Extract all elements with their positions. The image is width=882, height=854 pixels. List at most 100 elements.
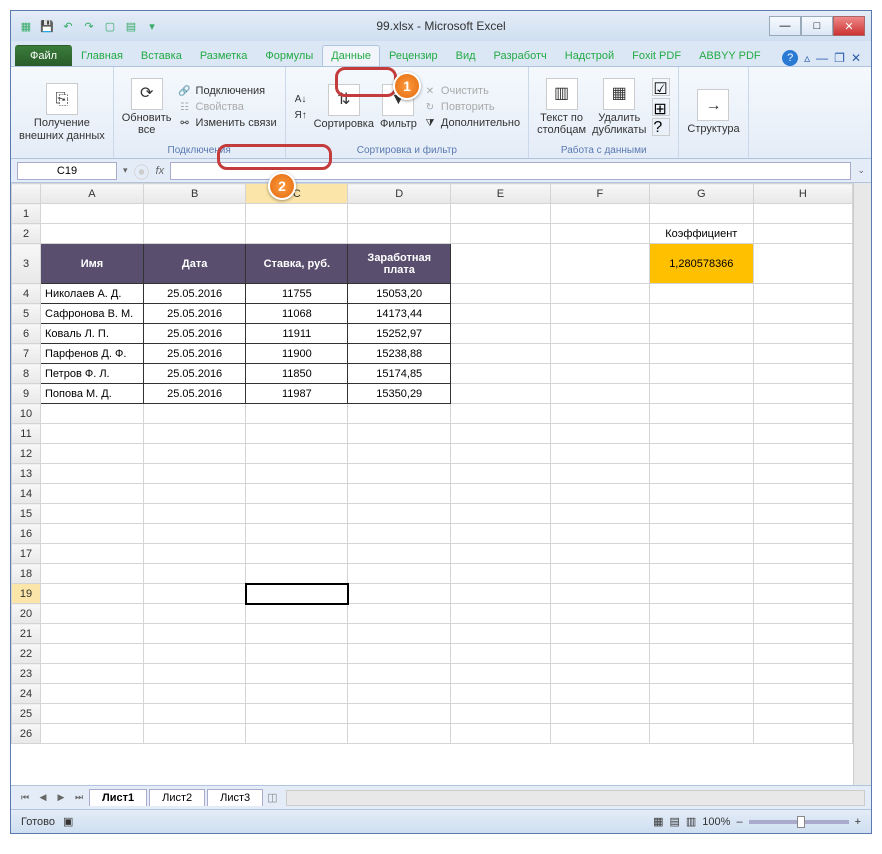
- cell-C7[interactable]: 11900: [246, 344, 348, 364]
- cell-E8[interactable]: [451, 364, 550, 384]
- maximize-button[interactable]: □: [801, 16, 833, 36]
- select-all-cell[interactable]: [12, 184, 41, 204]
- cell-D23[interactable]: [348, 664, 451, 684]
- cell-D5[interactable]: 14173,44: [348, 304, 451, 324]
- cell-E11[interactable]: [451, 424, 550, 444]
- tab-review[interactable]: Рецензир: [380, 45, 447, 66]
- tab-abbyy[interactable]: ABBYY PDF: [690, 45, 770, 66]
- cell-A6[interactable]: Коваль Л. П.: [41, 324, 144, 344]
- cell-G25[interactable]: [650, 704, 754, 724]
- cell-A10[interactable]: [41, 404, 144, 424]
- cell-C17[interactable]: [246, 544, 348, 564]
- cell-E17[interactable]: [451, 544, 550, 564]
- cell-G11[interactable]: [650, 424, 754, 444]
- row-header-20[interactable]: 20: [12, 604, 41, 624]
- cell-A13[interactable]: [41, 464, 144, 484]
- cell-B13[interactable]: [143, 464, 246, 484]
- cell-G15[interactable]: [650, 504, 754, 524]
- cell-C15[interactable]: [246, 504, 348, 524]
- cell-G10[interactable]: [650, 404, 754, 424]
- cell-E23[interactable]: [451, 664, 550, 684]
- tab-addins[interactable]: Надстрой: [556, 45, 623, 66]
- tab-layout[interactable]: Разметка: [191, 45, 257, 66]
- row-header-3[interactable]: 3: [12, 244, 41, 284]
- spreadsheet-grid[interactable]: ABCDEFGH12Коэффициент3ИмяДатаСтавка, руб…: [11, 183, 853, 785]
- row-header-17[interactable]: 17: [12, 544, 41, 564]
- cell-C2[interactable]: [246, 224, 348, 244]
- cell-D22[interactable]: [348, 644, 451, 664]
- cell-G7[interactable]: [650, 344, 754, 364]
- cell-G5[interactable]: [650, 304, 754, 324]
- col-header-C[interactable]: C: [246, 184, 348, 204]
- remove-duplicates-button[interactable]: ▦ Удалить дубликаты: [592, 78, 646, 136]
- cell-A23[interactable]: [41, 664, 144, 684]
- cell-H10[interactable]: [753, 404, 852, 424]
- tab-file[interactable]: Файл: [15, 45, 72, 66]
- cell-D12[interactable]: [348, 444, 451, 464]
- cell-H22[interactable]: [753, 644, 852, 664]
- row-header-10[interactable]: 10: [12, 404, 41, 424]
- cell-A17[interactable]: [41, 544, 144, 564]
- cell-E14[interactable]: [451, 484, 550, 504]
- cell-G2[interactable]: Коэффициент: [650, 224, 754, 244]
- redo-icon[interactable]: ↷: [80, 17, 98, 35]
- cell-A15[interactable]: [41, 504, 144, 524]
- doc-minimize-icon[interactable]: —: [816, 51, 828, 65]
- zoom-in-icon[interactable]: +: [855, 816, 861, 828]
- new-sheet-icon[interactable]: ◫: [267, 791, 277, 804]
- sort-desc-button[interactable]: Я↑: [294, 108, 308, 122]
- col-header-H[interactable]: H: [753, 184, 852, 204]
- cell-E6[interactable]: [451, 324, 550, 344]
- cell-C24[interactable]: [246, 684, 348, 704]
- cell-C11[interactable]: [246, 424, 348, 444]
- cell-F26[interactable]: [550, 724, 649, 744]
- cell-F5[interactable]: [550, 304, 649, 324]
- row-header-14[interactable]: 14: [12, 484, 41, 504]
- name-box[interactable]: C19: [17, 162, 117, 180]
- cell-E25[interactable]: [451, 704, 550, 724]
- cell-C25[interactable]: [246, 704, 348, 724]
- cell-H1[interactable]: [753, 204, 852, 224]
- new-icon[interactable]: ▢: [101, 17, 119, 35]
- cell-C26[interactable]: [246, 724, 348, 744]
- row-header-5[interactable]: 5: [12, 304, 41, 324]
- cell-C12[interactable]: [246, 444, 348, 464]
- cell-A16[interactable]: [41, 524, 144, 544]
- sort-button[interactable]: ⇅ Сортировка: [314, 84, 374, 130]
- cell-F24[interactable]: [550, 684, 649, 704]
- cell-E19[interactable]: [451, 584, 550, 604]
- cell-C8[interactable]: 11850: [246, 364, 348, 384]
- cell-F14[interactable]: [550, 484, 649, 504]
- validation-icon[interactable]: ☑: [652, 78, 670, 96]
- cell-F23[interactable]: [550, 664, 649, 684]
- cell-F1[interactable]: [550, 204, 649, 224]
- cell-G18[interactable]: [650, 564, 754, 584]
- sheet-tab-1[interactable]: Лист1: [89, 789, 147, 806]
- cell-G22[interactable]: [650, 644, 754, 664]
- cell-B9[interactable]: 25.05.2016: [143, 384, 246, 404]
- cell-D3[interactable]: Заработная плата: [348, 244, 451, 284]
- cell-F17[interactable]: [550, 544, 649, 564]
- cell-B10[interactable]: [143, 404, 246, 424]
- cell-C10[interactable]: [246, 404, 348, 424]
- row-header-12[interactable]: 12: [12, 444, 41, 464]
- cell-G9[interactable]: [650, 384, 754, 404]
- cell-G17[interactable]: [650, 544, 754, 564]
- cell-B17[interactable]: [143, 544, 246, 564]
- cell-C13[interactable]: [246, 464, 348, 484]
- whatif-icon[interactable]: ?: [652, 118, 670, 136]
- cell-B26[interactable]: [143, 724, 246, 744]
- cell-F10[interactable]: [550, 404, 649, 424]
- cell-B11[interactable]: [143, 424, 246, 444]
- cell-A8[interactable]: Петров Ф. Л.: [41, 364, 144, 384]
- cell-A21[interactable]: [41, 624, 144, 644]
- cell-D24[interactable]: [348, 684, 451, 704]
- cell-E4[interactable]: [451, 284, 550, 304]
- get-external-data-button[interactable]: ⎘ Получение внешних данных: [19, 83, 105, 141]
- save-icon[interactable]: 💾: [38, 17, 56, 35]
- col-header-E[interactable]: E: [451, 184, 550, 204]
- text-to-columns-button[interactable]: ▥ Текст по столбцам: [537, 78, 586, 136]
- cell-A5[interactable]: Сафронова В. М.: [41, 304, 144, 324]
- open-icon[interactable]: ▤: [122, 17, 140, 35]
- sheet-tab-2[interactable]: Лист2: [149, 789, 205, 806]
